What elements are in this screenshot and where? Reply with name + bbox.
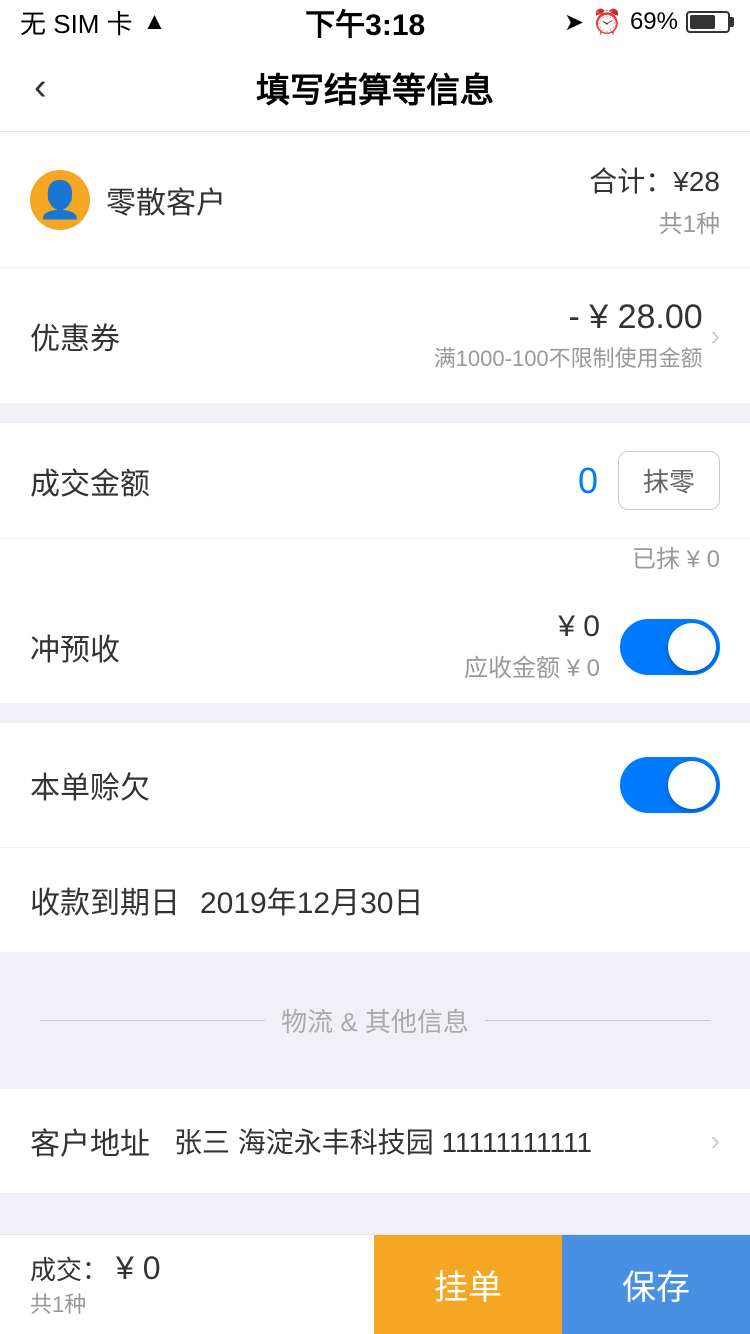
address-row[interactable]: 客户地址 张三 海淀永丰科技园 11111111111 ›: [0, 1089, 750, 1193]
prepay-info: ¥ 0 应收金额 ¥ 0: [464, 610, 600, 683]
status-left: 无 SIM 卡 ▲: [20, 4, 166, 41]
logistics-label: 物流 & 其他信息: [281, 1002, 469, 1039]
customer-row: 👤 零散客户 合计：¥28 共1种: [0, 132, 750, 267]
deal-right: 0 抹零: [578, 451, 720, 510]
customer-avatar: 👤: [30, 170, 90, 230]
prepay-amount: ¥ 0: [464, 610, 600, 644]
toggle-thumb: [668, 623, 716, 671]
coupon-info: - ¥ 28.00 满1000-100不限制使用金额: [434, 298, 703, 373]
battery-icon: [686, 11, 730, 33]
battery-fill: [690, 15, 715, 29]
status-right: ➤ ⏰ 69%: [564, 8, 730, 37]
back-button[interactable]: ‹: [24, 56, 57, 119]
status-bar: 无 SIM 卡 ▲ 下午3:18 ➤ ⏰ 69%: [0, 0, 750, 44]
prepay-right: ¥ 0 应收金额 ¥ 0: [464, 610, 720, 683]
bottom-deal-amount: ¥ 0: [116, 1250, 160, 1287]
customer-right: 合计：¥28 共1种: [589, 160, 720, 239]
coupon-description: 满1000-100不限制使用金额: [434, 341, 703, 373]
coupon-amount: - ¥ 28.00: [434, 298, 703, 337]
deal-amount-value: 0: [578, 460, 598, 502]
due-date-value: 2019年12月30日: [200, 878, 423, 922]
nav-bar: ‹ 填写结算等信息: [0, 44, 750, 132]
address-value: 张三 海淀永丰科技园 11111111111: [174, 1121, 711, 1161]
debt-toggle-thumb: [668, 761, 716, 809]
battery-percent: 69%: [630, 8, 678, 36]
pending-button[interactable]: 挂单: [374, 1235, 562, 1334]
divider-line-right: [485, 1020, 710, 1021]
bottom-count: 共1种: [30, 1287, 344, 1319]
coupon-label: 优惠券: [30, 314, 120, 358]
coupon-right: - ¥ 28.00 满1000-100不限制使用金额 ›: [434, 298, 720, 373]
page-title: 填写结算等信息: [256, 63, 494, 112]
chevron-right-icon: ›: [711, 320, 720, 352]
deal-section: 成交金额 0 抹零 已抹 ¥ 0 冲预收 ¥ 0 应收金额 ¥ 0: [0, 423, 750, 703]
customer-name: 零散客户: [106, 178, 226, 222]
wifi-icon: ▲: [143, 8, 167, 36]
debt-row: 本单赊欠: [0, 723, 750, 847]
coupon-row[interactable]: 优惠券 - ¥ 28.00 满1000-100不限制使用金额 ›: [0, 267, 750, 403]
divider-line-left: [40, 1020, 265, 1021]
carrier-label: 无 SIM 卡: [20, 4, 133, 41]
address-section: 客户地址 张三 海淀永丰科技园 11111111111 ›: [0, 1089, 750, 1193]
save-button[interactable]: 保存: [562, 1235, 750, 1334]
bottom-deal-label: 成交：: [30, 1250, 108, 1287]
avatar-icon: 👤: [38, 179, 83, 221]
address-label: 客户地址: [30, 1119, 150, 1163]
customer-count: 共1种: [589, 204, 720, 239]
logistics-section: 物流 & 其他信息: [0, 972, 750, 1069]
deal-amount-row: 成交金额 0 抹零: [0, 423, 750, 539]
customer-left: 👤 零散客户: [30, 170, 226, 230]
customer-section: 👤 零散客户 合计：¥28 共1种 优惠券 - ¥ 28.00 满1000-10…: [0, 132, 750, 403]
prepay-toggle[interactable]: [620, 619, 720, 675]
address-chevron-icon: ›: [711, 1125, 720, 1157]
prepay-sub-text: 应收金额 ¥ 0: [464, 648, 600, 683]
deal-amount-label: 成交金额: [30, 459, 150, 503]
customer-total: 合计：¥28: [589, 160, 720, 200]
logistics-divider: 物流 & 其他信息: [0, 972, 750, 1069]
debt-label: 本单赊欠: [30, 763, 150, 807]
alarm-icon: ⏰: [592, 8, 622, 37]
location-icon: ➤: [564, 8, 584, 37]
debt-toggle[interactable]: [620, 757, 720, 813]
bottom-deal-row: 成交： ¥ 0: [30, 1250, 344, 1287]
status-time: 下午3:18: [305, 0, 425, 44]
bottom-bar: 成交： ¥ 0 共1种 挂单 保存: [0, 1234, 750, 1334]
due-date-row: 收款到期日 2019年12月30日: [0, 847, 750, 952]
prepay-row: 冲预收 ¥ 0 应收金额 ¥ 0: [0, 590, 750, 703]
due-date-label: 收款到期日: [30, 878, 180, 922]
deal-sub-text: 已抹 ¥ 0: [0, 539, 750, 590]
debt-section: 本单赊欠 收款到期日 2019年12月30日: [0, 723, 750, 952]
bottom-left: 成交： ¥ 0 共1种: [0, 1250, 374, 1319]
round-button[interactable]: 抹零: [618, 451, 720, 510]
prepay-label: 冲预收: [30, 625, 120, 669]
